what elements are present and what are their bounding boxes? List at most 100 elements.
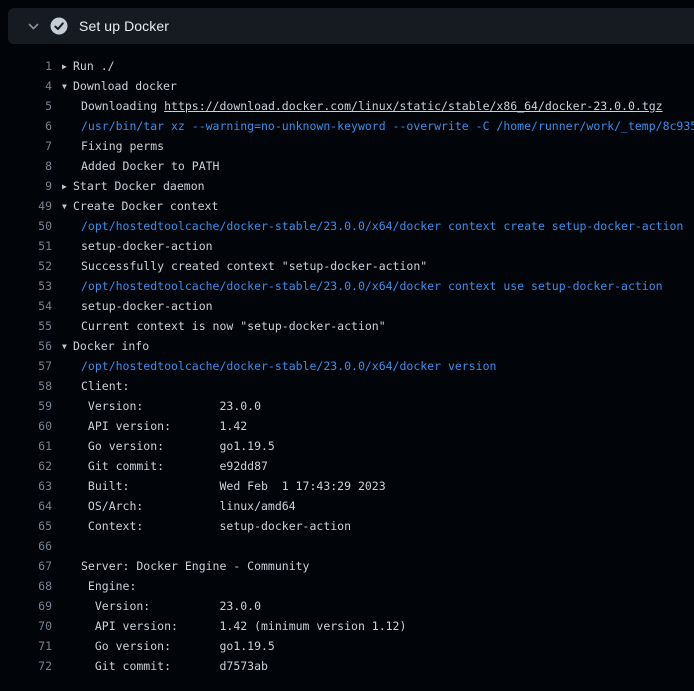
log-text: OS/Arch: linux/amd64 [81, 499, 296, 513]
log-text: API version: 1.42 (minimum version 1.12) [81, 619, 406, 633]
line-number[interactable]: 51 [0, 236, 52, 256]
log-line: 65 Context: setup-docker-action [0, 516, 694, 536]
line-number[interactable]: 1 [0, 56, 52, 76]
log-line-content: Engine: [81, 576, 136, 596]
log-line: 6/usr/bin/tar xz --warning=no-unknown-ke… [0, 116, 694, 136]
log-line-group[interactable]: 4 ▼Download docker [0, 76, 694, 96]
log-line: 68 Engine: [0, 576, 694, 596]
line-number[interactable]: 69 [0, 596, 52, 616]
line-number[interactable]: 9 [0, 176, 52, 196]
log-line: 55 Current context is now "setup-docker-a… [0, 316, 694, 336]
line-number[interactable]: 8 [0, 156, 52, 176]
log-line: 57/opt/hostedtoolcache/docker-stable/23.… [0, 356, 694, 376]
log-line: 60 API version: 1.42 [0, 416, 694, 436]
line-number[interactable]: 64 [0, 496, 52, 516]
log-line-content: Built: Wed Feb 1 17:43:29 2023 [81, 476, 386, 496]
group-expanded-icon: ▼ [62, 337, 73, 356]
command-text: /opt/hostedtoolcache/docker-stable/23.0.… [81, 279, 663, 293]
log-text: setup-docker-action [81, 299, 213, 313]
line-number[interactable]: 56 [0, 336, 52, 356]
log-line: 53/opt/hostedtoolcache/docker-stable/23.… [0, 276, 694, 296]
line-number[interactable]: 55 [0, 316, 52, 336]
line-number[interactable]: 57 [0, 356, 52, 376]
log-line: 72 Git commit: d7573ab [0, 656, 694, 676]
log-text: Built: Wed Feb 1 17:43:29 2023 [81, 479, 386, 493]
line-number[interactable]: 59 [0, 396, 52, 416]
line-number[interactable]: 71 [0, 636, 52, 656]
log-text: API version: 1.42 [81, 419, 247, 433]
log-line: 67 Server: Docker Engine - Community [0, 556, 694, 576]
log-line-content: /usr/bin/tar xz --warning=no-unknown-key… [81, 116, 694, 136]
line-number[interactable]: 70 [0, 616, 52, 636]
log-text: Version: 23.0.0 [81, 599, 261, 613]
log-line-content: Downloading https://download.docker.com/… [81, 96, 663, 116]
line-number[interactable]: 62 [0, 456, 52, 476]
log-line-content: Go version: go1.19.5 [81, 636, 275, 656]
log-text: Downloading [81, 99, 164, 113]
line-number[interactable]: 4 [0, 76, 52, 96]
line-number[interactable]: 58 [0, 376, 52, 396]
line-number[interactable]: 65 [0, 516, 52, 536]
chevron-down-icon[interactable] [27, 20, 40, 33]
line-number[interactable]: 61 [0, 436, 52, 456]
log-line-content: ▼Create Docker context [62, 196, 218, 216]
log-line: 59 Version: 23.0.0 [0, 396, 694, 416]
line-number[interactable]: 67 [0, 556, 52, 576]
log-line-content: Current context is now "setup-docker-act… [81, 316, 386, 336]
line-number[interactable]: 63 [0, 476, 52, 496]
log-line-group[interactable]: 1▶Run ./ [0, 56, 694, 76]
line-number[interactable]: 66 [0, 536, 52, 556]
log-text: Context: setup-docker-action [81, 519, 351, 533]
line-number[interactable]: 50 [0, 216, 52, 236]
log-line-content: ▶Start Docker daemon [62, 176, 205, 196]
line-number[interactable]: 54 [0, 296, 52, 316]
line-number[interactable]: 7 [0, 136, 52, 156]
log-text: Added Docker to PATH [81, 159, 219, 173]
group-title: Download docker [73, 79, 177, 93]
log-line-content: Client: [81, 376, 129, 396]
log-line: 50/opt/hostedtoolcache/docker-stable/23.… [0, 216, 694, 236]
log-line-content: ▼Docker info [62, 336, 149, 356]
log-line-content: API version: 1.42 [81, 416, 247, 436]
log-line-content: Added Docker to PATH [81, 156, 219, 176]
log-line: 8 Added Docker to PATH [0, 156, 694, 176]
log-line-content: /opt/hostedtoolcache/docker-stable/23.0.… [81, 216, 683, 236]
group-expanded-icon: ▼ [62, 197, 73, 216]
line-number[interactable]: 60 [0, 416, 52, 436]
log-text: Go version: go1.19.5 [81, 439, 275, 453]
log-text: Server: Docker Engine - Community [81, 559, 309, 573]
log-line-content: Server: Docker Engine - Community [81, 556, 309, 576]
line-number[interactable]: 53 [0, 276, 52, 296]
log-line: 51 setup-docker-action [0, 236, 694, 256]
log-line: 61 Go version: go1.19.5 [0, 436, 694, 456]
log-link[interactable]: https://download.docker.com/linux/static… [164, 99, 663, 113]
line-number[interactable]: 52 [0, 256, 52, 276]
line-number[interactable]: 49 [0, 196, 52, 216]
command-text: /opt/hostedtoolcache/docker-stable/23.0.… [81, 219, 683, 233]
group-title: Docker info [73, 339, 149, 353]
line-number[interactable]: 5 [0, 96, 52, 116]
log-line-content: /opt/hostedtoolcache/docker-stable/23.0.… [81, 356, 496, 376]
log-text: Git commit: d7573ab [81, 659, 268, 673]
log-line-group[interactable]: 56 ▼Docker info [0, 336, 694, 356]
log-line-content: Version: 23.0.0 [81, 396, 261, 416]
line-number[interactable]: 72 [0, 656, 52, 676]
log-line-content: Go version: go1.19.5 [81, 436, 275, 456]
step-title: Set up Docker [79, 18, 169, 34]
group-expanded-icon: ▼ [62, 77, 73, 96]
log-text: Client: [81, 379, 129, 393]
log-line-content: setup-docker-action [81, 236, 213, 256]
line-number[interactable]: 68 [0, 576, 52, 596]
log-text: Fixing perms [81, 139, 164, 153]
step-header[interactable]: Set up Docker [8, 8, 694, 44]
log-line: 5 Downloading https://download.docker.com… [0, 96, 694, 116]
log-line-content: OS/Arch: linux/amd64 [81, 496, 296, 516]
log-line: 62 Git commit: e92dd87 [0, 456, 694, 476]
line-number[interactable]: 6 [0, 116, 52, 136]
log-text: Engine: [81, 579, 136, 593]
log-line-group[interactable]: 9 ▶Start Docker daemon [0, 176, 694, 196]
log-line: 70 API version: 1.42 (minimum version 1.… [0, 616, 694, 636]
log-line-group[interactable]: 49 ▼Create Docker context [0, 196, 694, 216]
log-line-content: Git commit: d7573ab [81, 656, 268, 676]
log-text: Git commit: e92dd87 [81, 459, 268, 473]
